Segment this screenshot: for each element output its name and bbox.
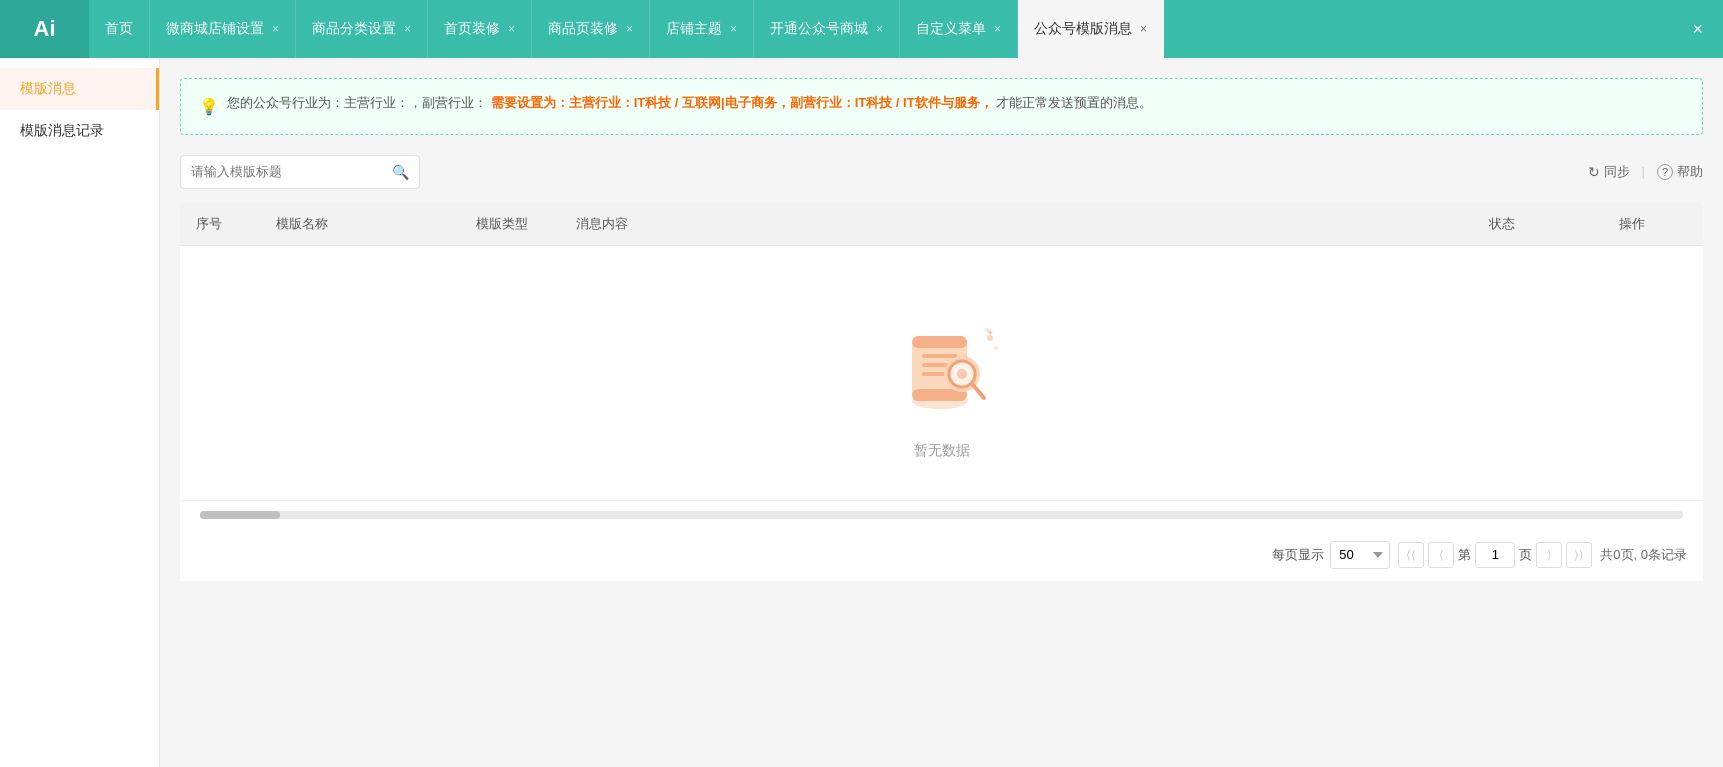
help-button[interactable]: ? 帮助 <box>1657 163 1703 181</box>
page-number-input[interactable] <box>1475 542 1515 568</box>
last-page-button[interactable]: ⟩⟩ <box>1566 542 1592 568</box>
notice-box: 💡 您的公众号行业为：主营行业：，副营行业： 需要设置为：主营行业：IT科技 /… <box>180 78 1703 135</box>
toolbar-actions: ↻ 同步 | ? 帮助 <box>1588 163 1703 181</box>
sync-icon: ↻ <box>1588 164 1600 180</box>
nav-tab-open-wechat-store-close[interactable]: × <box>876 22 883 36</box>
page-label-after: 页 <box>1519 546 1532 564</box>
toolbar-divider: | <box>1642 164 1645 179</box>
nav-tab-product-page-decor-close[interactable]: × <box>626 22 633 36</box>
nav-tab-custom-menu-label: 自定义菜单 <box>916 20 986 38</box>
col-action: 操作 <box>1603 203 1703 246</box>
sync-label: 同步 <box>1604 163 1630 181</box>
notice-suffix: 才能正常发送预置的消息。 <box>996 95 1152 110</box>
app-logo: Ai <box>0 0 89 58</box>
bulb-icon: 💡 <box>199 94 219 120</box>
scroll-bar-container <box>180 500 1703 529</box>
table-header: 序号 模版名称 模版类型 消息内容 状态 操作 <box>180 203 1703 246</box>
global-close-button[interactable]: × <box>1672 0 1723 58</box>
nav-tab-product-page-decor[interactable]: 商品页装修 × <box>532 0 650 58</box>
data-table-wrapper: 序号 模版名称 模版类型 消息内容 状态 操作 <box>180 203 1703 581</box>
nav-tab-product-category[interactable]: 商品分类设置 × <box>296 0 428 58</box>
col-status: 状态 <box>1473 203 1603 246</box>
prev-page-button[interactable]: ⟨ <box>1428 542 1454 568</box>
nav-tab-store-theme[interactable]: 店铺主题 × <box>650 0 754 58</box>
nav-tab-template-msg-label: 公众号模版消息 <box>1034 20 1132 38</box>
logo-text: Ai <box>34 16 56 42</box>
nav-tab-store-theme-label: 店铺主题 <box>666 20 722 38</box>
svg-rect-2 <box>912 336 967 348</box>
help-icon: ? <box>1657 164 1673 180</box>
table-body: ✦ 暂无数据 <box>180 245 1703 500</box>
per-page-dropdown[interactable]: 10 20 50 100 <box>1330 541 1390 569</box>
nav-tab-open-wechat-store-label: 开通公众号商城 <box>770 20 868 38</box>
sidebar-item-template-message-label: 模版消息 <box>20 80 76 96</box>
nav-tab-product-category-label: 商品分类设置 <box>312 20 396 38</box>
nav-tab-custom-menu[interactable]: 自定义菜单 × <box>900 0 1018 58</box>
page-label-before: 第 <box>1458 546 1471 564</box>
col-type: 模版类型 <box>460 203 560 246</box>
nav-tabs: 首页 微商城店铺设置 × 商品分类设置 × 首页装修 × 商品页装修 × 店铺主… <box>89 0 1672 58</box>
nav-tab-product-category-close[interactable]: × <box>404 22 411 36</box>
col-content: 消息内容 <box>560 203 1473 246</box>
horizontal-scrollbar[interactable] <box>200 511 1683 519</box>
pagination: 每页显示 10 20 50 100 ⟨⟨ ⟨ 第 页 ⟩ ⟩⟩ <box>180 529 1703 581</box>
nav-tab-open-wechat-store[interactable]: 开通公众号商城 × <box>754 0 900 58</box>
sidebar-item-template-message[interactable]: 模版消息 <box>0 68 159 110</box>
svg-rect-4 <box>922 354 957 358</box>
nav-tab-wechat-store-label: 微商城店铺设置 <box>166 20 264 38</box>
search-box[interactable]: 🔍 <box>180 155 420 189</box>
toolbar: 🔍 ↻ 同步 | ? 帮助 <box>180 155 1703 189</box>
data-table: 序号 模版名称 模版类型 消息内容 状态 操作 <box>180 203 1703 500</box>
content-area: 💡 您的公众号行业为：主营行业：，副营行业： 需要设置为：主营行业：IT科技 /… <box>160 58 1723 767</box>
nav-tab-template-msg[interactable]: 公众号模版消息 × <box>1018 0 1164 58</box>
col-index: 序号 <box>180 203 260 246</box>
svg-point-13 <box>994 346 998 350</box>
per-page-label: 每页显示 <box>1272 546 1324 564</box>
svg-text:✦: ✦ <box>986 327 994 338</box>
nav-tab-template-msg-close[interactable]: × <box>1140 22 1147 36</box>
sidebar-item-template-message-record-label: 模版消息记录 <box>20 122 104 138</box>
help-label: 帮助 <box>1677 163 1703 181</box>
top-nav: Ai 首页 微商城店铺设置 × 商品分类设置 × 首页装修 × 商品页装修 × … <box>0 0 1723 58</box>
notice-highlight: 需要设置为：主营行业：IT科技 / 互联网|电子商务，副营行业：IT科技 / I… <box>491 95 993 110</box>
main-layout: 模版消息 模版消息记录 💡 您的公众号行业为：主营行业：，副营行业： 需要设置为… <box>0 58 1723 767</box>
per-page-select: 每页显示 10 20 50 100 <box>1272 541 1390 569</box>
nav-tab-homepage-decor-label: 首页装修 <box>444 20 500 38</box>
svg-line-10 <box>973 385 984 398</box>
search-icon[interactable]: 🔍 <box>392 164 409 180</box>
nav-tab-homepage-decor[interactable]: 首页装修 × <box>428 0 532 58</box>
nav-tab-store-theme-close[interactable]: × <box>730 22 737 36</box>
nav-tab-wechat-store[interactable]: 微商城店铺设置 × <box>150 0 296 58</box>
col-name: 模版名称 <box>260 203 460 246</box>
sync-button[interactable]: ↻ 同步 <box>1588 163 1630 181</box>
search-input[interactable] <box>191 164 392 179</box>
sidebar-item-template-message-record[interactable]: 模版消息记录 <box>0 110 159 152</box>
first-page-button[interactable]: ⟨⟨ <box>1398 542 1424 568</box>
notice-prefix: 您的公众号行业为：主营行业：，副营行业： <box>227 95 487 110</box>
nav-tab-product-page-decor-label: 商品页装修 <box>548 20 618 38</box>
nav-tab-home-label: 首页 <box>105 20 133 38</box>
notice-text: 您的公众号行业为：主营行业：，副营行业： 需要设置为：主营行业：IT科技 / 互… <box>227 93 1152 114</box>
total-info: 共0页, 0条记录 <box>1600 546 1687 564</box>
empty-text: 暂无数据 <box>914 442 970 460</box>
next-page-button[interactable]: ⟩ <box>1536 542 1562 568</box>
scrollbar-thumb[interactable] <box>200 511 280 519</box>
sidebar: 模版消息 模版消息记录 <box>0 58 160 767</box>
nav-tab-wechat-store-close[interactable]: × <box>272 22 279 36</box>
nav-tab-custom-menu-close[interactable]: × <box>994 22 1001 36</box>
empty-icon: ✦ <box>882 306 1002 426</box>
empty-state: ✦ 暂无数据 <box>180 246 1703 500</box>
nav-tab-homepage-decor-close[interactable]: × <box>508 22 515 36</box>
svg-point-11 <box>957 369 967 379</box>
nav-tab-home[interactable]: 首页 <box>89 0 150 58</box>
page-controls: ⟨⟨ ⟨ 第 页 ⟩ ⟩⟩ <box>1398 542 1592 568</box>
